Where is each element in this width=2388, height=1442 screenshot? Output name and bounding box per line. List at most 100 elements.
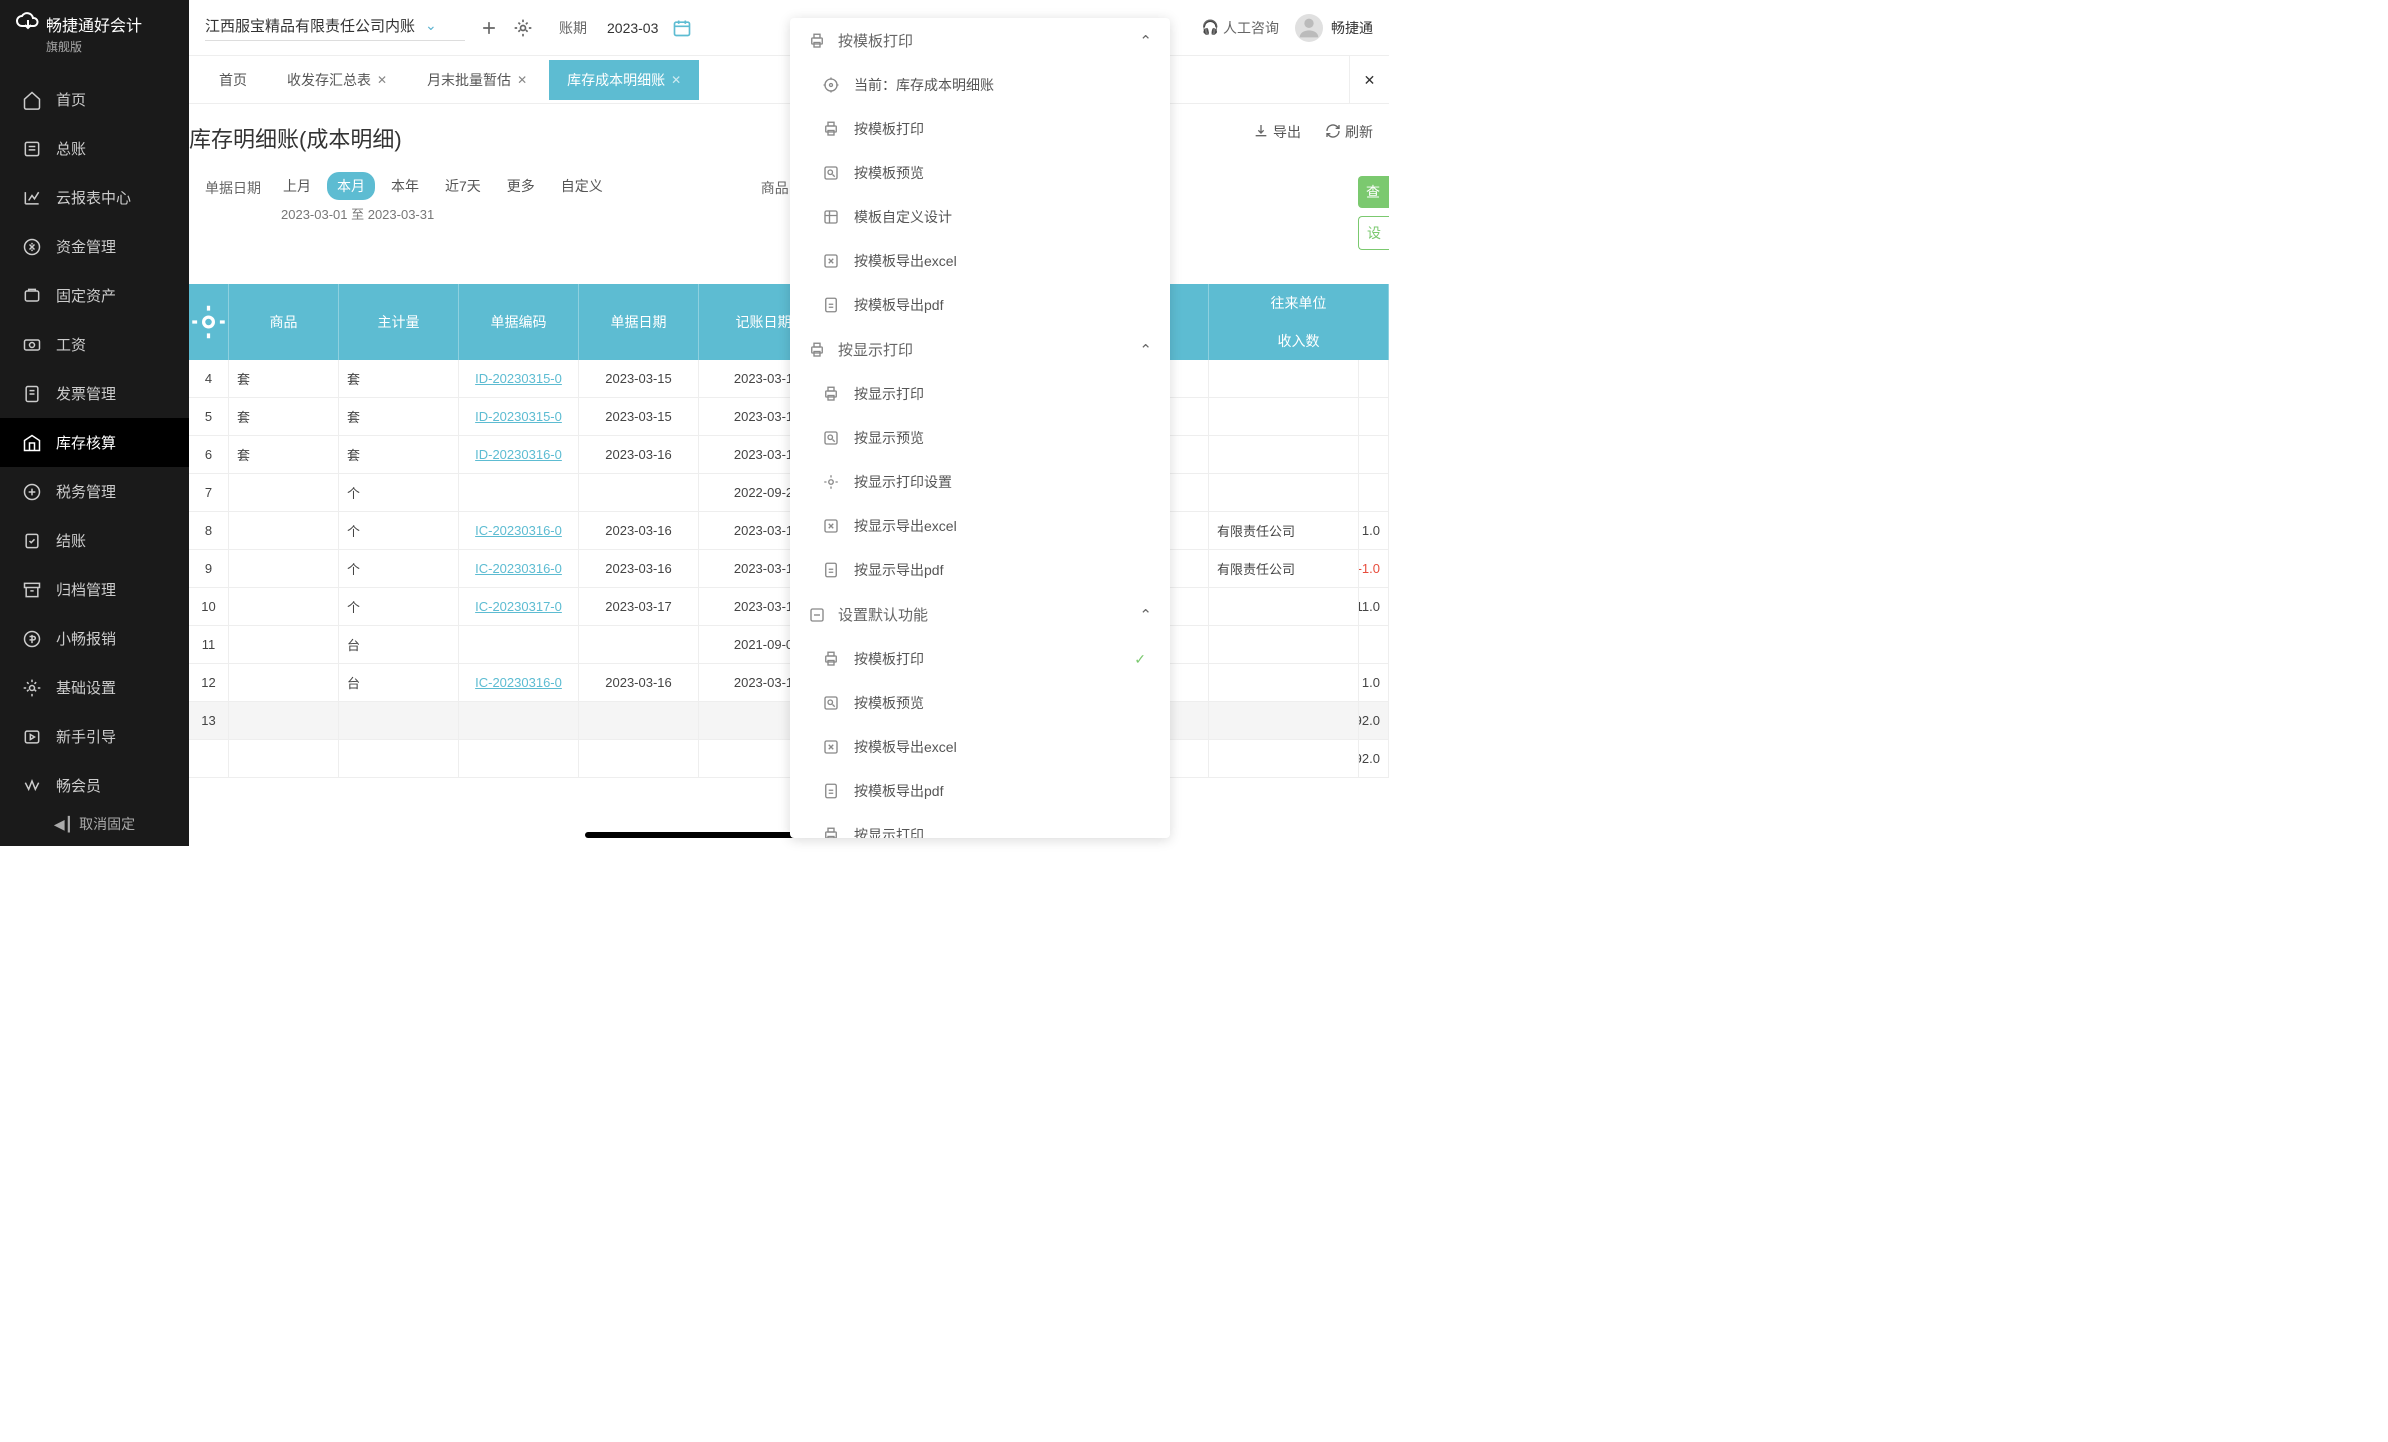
sidebar-item-vip[interactable]: 畅会员: [0, 761, 189, 810]
date-range-button[interactable]: 上月: [273, 172, 321, 200]
export-label: 导出: [1273, 122, 1301, 142]
menu-item[interactable]: 按模板预览: [790, 681, 1170, 725]
consult-button[interactable]: 🎧 人工咨询: [1202, 18, 1279, 38]
close-icon[interactable]: ✕: [671, 73, 681, 87]
table-row[interactable]: 7 个 2022-09-2: [189, 474, 1389, 512]
cell-doc[interactable]: IC-20230317-0: [459, 588, 579, 626]
sidebar-item-close-book[interactable]: 结账: [0, 516, 189, 565]
menu-item[interactable]: 按显示预览: [790, 416, 1170, 460]
sidebar-item-archive[interactable]: 归档管理: [0, 565, 189, 614]
menu-group-header[interactable]: 按模板打印 ⌃: [790, 18, 1170, 63]
table-row[interactable]: 12 台 IC-20230316-0 2023-03-16 2023-03-1 …: [189, 664, 1389, 702]
sidebar-item-guide[interactable]: 新手引导: [0, 712, 189, 761]
menu-item[interactable]: 按模板打印 ✓: [790, 637, 1170, 681]
nav-label: 资金管理: [56, 236, 116, 257]
sidebar-item-salary[interactable]: 工资: [0, 320, 189, 369]
cell-partner: [1209, 474, 1359, 512]
table-row[interactable]: 8 个 IC-20230316-0 2023-03-16 2023-03-1 有…: [189, 512, 1389, 550]
sidebar-item-settings[interactable]: 基础设置: [0, 663, 189, 712]
cell-goods: 套: [229, 360, 339, 398]
refresh-button[interactable]: 刷新: [1325, 122, 1373, 142]
add-icon[interactable]: [479, 18, 499, 38]
tab[interactable]: 收发存汇总表 ✕: [269, 60, 405, 100]
print-icon: [822, 650, 840, 668]
menu-item[interactable]: 按显示导出excel: [790, 504, 1170, 548]
cell-date1: 2023-03-15: [579, 398, 699, 436]
menu-item[interactable]: 按显示打印设置: [790, 460, 1170, 504]
export-button[interactable]: 导出: [1253, 122, 1301, 142]
table-row[interactable]: 192.0: [189, 740, 1389, 778]
company-selector[interactable]: 江西服宝精品有限责任公司内账 ⌄: [205, 15, 465, 41]
cell-doc[interactable]: ID-20230315-0: [459, 398, 579, 436]
col-qty: 收入数: [1209, 322, 1389, 360]
sidebar-item-chart[interactable]: 云报表中心: [0, 173, 189, 222]
table-header: 商品 主计量 单据编码 单据日期 记账日期 往来单位 收入数: [189, 284, 1389, 360]
user-menu[interactable]: 畅捷通: [1295, 14, 1373, 42]
menu-item-label: 按显示打印: [854, 825, 924, 838]
sidebar-item-home[interactable]: 首页: [0, 75, 189, 124]
cell-doc[interactable]: IC-20230316-0: [459, 550, 579, 588]
nav-label: 云报表中心: [56, 187, 131, 208]
tab[interactable]: 首页: [201, 60, 265, 100]
menu-item[interactable]: 按显示打印: [790, 372, 1170, 416]
cell-doc[interactable]: ID-20230315-0: [459, 360, 579, 398]
tab[interactable]: 库存成本明细账✕: [549, 60, 699, 100]
sidebar-item-tax[interactable]: 税务管理: [0, 467, 189, 516]
sidebar-item-ledger[interactable]: 总账: [0, 124, 189, 173]
date-range-button[interactable]: 本年: [381, 172, 429, 200]
menu-item[interactable]: 按模板导出excel: [790, 725, 1170, 769]
date-range-button[interactable]: 本月: [327, 172, 375, 200]
table-row[interactable]: 6 套 套 ID-20230316-0 2023-03-16 2023-03-1: [189, 436, 1389, 474]
cell-qty: [1359, 398, 1389, 436]
menu-current: 当前：库存成本明细账: [790, 63, 1170, 107]
table-row[interactable]: 9 个 IC-20230316-0 2023-03-16 2023-03-1 有…: [189, 550, 1389, 588]
calendar-icon[interactable]: [672, 18, 692, 38]
close-icon[interactable]: ✕: [377, 73, 387, 87]
cell-unit: 台: [339, 664, 459, 702]
tab[interactable]: 月末批量暂估✕: [409, 60, 545, 100]
sidebar-unpin[interactable]: ◀┃ 取消固定: [0, 814, 189, 834]
menu-item[interactable]: 按模板打印: [790, 107, 1170, 151]
side-action-buttons: 查 设: [1358, 176, 1389, 250]
cell-doc[interactable]: IC-20230316-0: [459, 512, 579, 550]
invoice-icon: [22, 384, 42, 404]
gear-icon[interactable]: [513, 18, 533, 38]
table-row[interactable]: 10 个 IC-20230317-0 2023-03-17 2023-03-1 …: [189, 588, 1389, 626]
sidebar-item-inventory[interactable]: 库存核算: [0, 418, 189, 467]
cell-doc[interactable]: ID-20230316-0: [459, 436, 579, 474]
sidebar-item-money[interactable]: 资金管理: [0, 222, 189, 271]
location-icon: [822, 76, 840, 94]
date-range-button[interactable]: 更多: [497, 172, 545, 200]
menu-item[interactable]: 按模板导出pdf: [790, 283, 1170, 327]
close-all-tabs[interactable]: ✕: [1349, 56, 1389, 104]
close-icon[interactable]: ✕: [517, 73, 527, 87]
table-row[interactable]: 4 套 套 ID-20230315-0 2023-03-15 2023-03-1: [189, 360, 1389, 398]
menu-item-label: 按模板导出pdf: [854, 781, 943, 801]
tab-label: 收发存汇总表: [287, 70, 371, 90]
table-row[interactable]: 13 192.0: [189, 702, 1389, 740]
cell-doc[interactable]: IC-20230316-0: [459, 664, 579, 702]
menu-item[interactable]: 按模板预览: [790, 151, 1170, 195]
table-row[interactable]: 5 套 套 ID-20230315-0 2023-03-15 2023-03-1: [189, 398, 1389, 436]
settings-button[interactable]: 设: [1358, 216, 1389, 250]
date-range-button[interactable]: 自定义: [551, 172, 613, 200]
table-row[interactable]: 11 台 2021-09-0: [189, 626, 1389, 664]
nav-label: 归档管理: [56, 579, 116, 600]
query-button[interactable]: 查: [1358, 176, 1389, 208]
menu-item[interactable]: 按模板导出pdf: [790, 769, 1170, 813]
menu-item[interactable]: 按显示打印: [790, 813, 1170, 838]
date-range-button[interactable]: 近7天: [435, 172, 491, 200]
menu-group-header[interactable]: 设置默认功能 ⌃: [790, 592, 1170, 637]
menu-item[interactable]: 按模板导出excel: [790, 239, 1170, 283]
cell-goods: [229, 664, 339, 702]
gear-column-header[interactable]: [189, 284, 229, 360]
cell-unit: [339, 740, 459, 778]
sidebar-item-asset[interactable]: 固定资产: [0, 271, 189, 320]
sidebar-item-reimburse[interactable]: 小畅报销: [0, 614, 189, 663]
menu-group-header[interactable]: 按显示打印 ⌃: [790, 327, 1170, 372]
sidebar-item-invoice[interactable]: 发票管理: [0, 369, 189, 418]
menu-item-label: 按显示导出excel: [854, 516, 957, 536]
menu-item[interactable]: 按显示导出pdf: [790, 548, 1170, 592]
menu-item[interactable]: 模板自定义设计: [790, 195, 1170, 239]
print-icon: [822, 120, 840, 138]
